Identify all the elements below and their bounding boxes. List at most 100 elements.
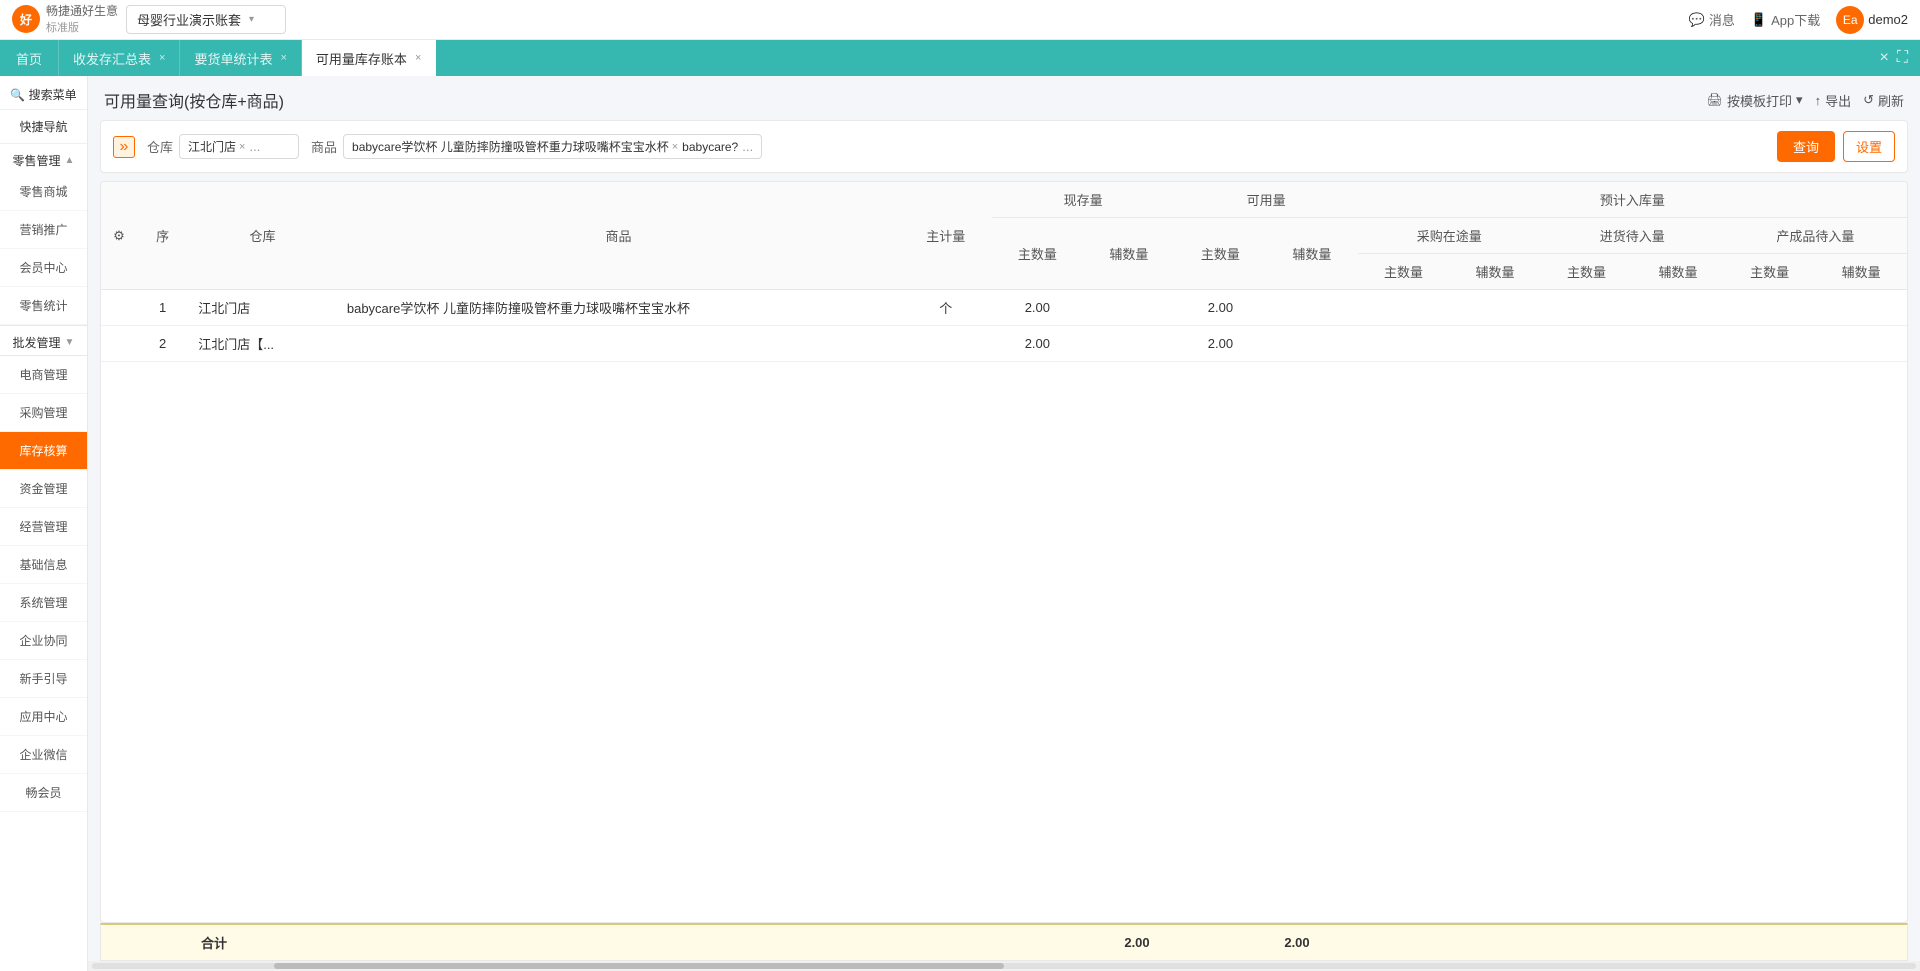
user-name: demo2 bbox=[1868, 12, 1908, 27]
top-bar-right: 💬 消息 📱 App下载 Ea demo2 bbox=[1689, 6, 1908, 34]
cell-avail-aux-0 bbox=[1266, 290, 1358, 326]
warehouse-tag-close-icon[interactable]: × bbox=[239, 141, 245, 153]
close-all-tabs-button[interactable]: × bbox=[1879, 49, 1888, 67]
store-name: 母婴行业演示账套 bbox=[137, 10, 241, 29]
sidebar-item-finance[interactable]: 资金管理 bbox=[0, 470, 87, 508]
sidebar-item-retail-mgmt[interactable]: 零售管理 ▲ bbox=[0, 144, 87, 173]
wholesale-mgmt-arrow-icon: ▼ bbox=[65, 337, 75, 348]
print-icon: 🖨 bbox=[1707, 92, 1724, 108]
sidebar-retail-mall-label: 零售商城 bbox=[19, 183, 67, 200]
sidebar-item-member[interactable]: 会员中心 bbox=[0, 249, 87, 287]
page-header: 可用量查询(按仓库+商品) 🖨 按模板打印 ▾ ↑ 导出 ↺ 刷新 bbox=[88, 76, 1920, 120]
nav-actions: × ⛶ bbox=[1867, 40, 1920, 76]
product-filter-tags[interactable]: babycare学饮杯 儿童防摔防撞吸管杯重力球吸嘴杯宝宝水杯 × babyca… bbox=[343, 134, 762, 159]
sidebar-item-guide[interactable]: 新手引导 bbox=[0, 660, 87, 698]
tab-orders-close-icon[interactable]: × bbox=[280, 52, 286, 64]
th-current-stock-group: 现存量 bbox=[992, 182, 1175, 218]
th-purchase-transit-group: 采购在途量 bbox=[1358, 218, 1541, 254]
sidebar-item-operations[interactable]: 经营管理 bbox=[0, 508, 87, 546]
message-button[interactable]: 💬 消息 bbox=[1689, 10, 1735, 29]
sidebar-item-basic-info[interactable]: 基础信息 bbox=[0, 546, 87, 584]
store-selector[interactable]: 母婴行业演示账套 ▾ bbox=[126, 5, 286, 34]
sidebar-item-inventory[interactable]: 库存核算 bbox=[0, 432, 87, 470]
sidebar-quick-nav[interactable]: 快捷导航 bbox=[0, 110, 87, 144]
expand-button[interactable]: » bbox=[113, 136, 135, 158]
product-tag-1-close-icon[interactable]: × bbox=[672, 141, 678, 153]
th-available-aux: 辅数量 bbox=[1266, 218, 1358, 290]
product-tag-2: babycare? bbox=[682, 140, 738, 154]
cell-stock-main-1: 2.00 bbox=[992, 326, 1084, 362]
warehouse-tag-label: 江北门店 bbox=[188, 138, 236, 155]
product-tag-2-label: babycare? bbox=[682, 140, 738, 154]
sidebar-item-vip[interactable]: 畅会员 bbox=[0, 774, 87, 812]
app-download-button[interactable]: 📱 App下载 bbox=[1751, 10, 1820, 29]
cell-pt-main-0 bbox=[1358, 290, 1450, 326]
sidebar-item-wholesale-mgmt[interactable]: 批发管理 ▼ bbox=[0, 326, 87, 355]
cell-settings-1[interactable] bbox=[101, 326, 137, 362]
print-template-button[interactable]: 🖨 按模板打印 ▾ bbox=[1707, 91, 1803, 110]
query-button[interactable]: 查询 bbox=[1777, 131, 1835, 162]
warehouse-tag-jiangbei: 江北门店 × bbox=[188, 138, 245, 155]
th-available-group: 可用量 bbox=[1175, 182, 1358, 218]
cell-ip-main-0 bbox=[1541, 290, 1633, 326]
th-production-pending-group: 产成品待入量 bbox=[1724, 218, 1907, 254]
refresh-button[interactable]: ↺ 刷新 bbox=[1863, 91, 1904, 110]
cell-product-0: babycare学饮杯 儿童防摔防撞吸管杯重力球吸嘴杯宝宝水杯 bbox=[337, 290, 900, 326]
export-button[interactable]: ↑ 导出 bbox=[1815, 91, 1852, 110]
warehouse-filter-tags[interactable]: 江北门店 × ... bbox=[179, 134, 299, 159]
cell-stock-aux-1 bbox=[1083, 326, 1175, 362]
horizontal-scrollbar[interactable] bbox=[88, 961, 1920, 971]
sidebar-item-retail-stats[interactable]: 零售统计 bbox=[0, 287, 87, 325]
tab-receipts-label: 收发存汇总表 bbox=[73, 49, 151, 68]
sidebar-item-ecommerce[interactable]: 电商管理 bbox=[0, 356, 87, 394]
cell-avail-aux-1 bbox=[1266, 326, 1358, 362]
sidebar-item-marketing[interactable]: 营销推广 bbox=[0, 211, 87, 249]
sidebar-item-wechat-work[interactable]: 企业微信 bbox=[0, 736, 87, 774]
scrollbar-thumb[interactable] bbox=[274, 963, 1004, 969]
tab-available-close-icon[interactable]: × bbox=[415, 52, 421, 64]
sidebar-item-purchase[interactable]: 采购管理 bbox=[0, 394, 87, 432]
cell-avail-main-1: 2.00 bbox=[1175, 326, 1267, 362]
sidebar-retail-stats-label: 零售统计 bbox=[19, 297, 67, 314]
sidebar-purchase-label: 采购管理 bbox=[19, 404, 67, 421]
cell-warehouse-1: 江北门店【... bbox=[188, 326, 337, 362]
cell-pp-main-0 bbox=[1724, 290, 1816, 326]
tab-available[interactable]: 可用量库存账本 × bbox=[302, 40, 436, 76]
tab-orders[interactable]: 要货单统计表 × bbox=[180, 40, 301, 76]
search-icon: 🔍 bbox=[10, 88, 25, 102]
cell-settings-0[interactable] bbox=[101, 290, 137, 326]
settings-button[interactable]: 设置 bbox=[1843, 131, 1895, 162]
cell-pp-aux-0 bbox=[1815, 290, 1907, 326]
product-ellipsis[interactable]: ... bbox=[742, 139, 753, 154]
summary-label: 合计 bbox=[191, 933, 291, 952]
cell-product-1 bbox=[337, 326, 900, 362]
sidebar-inventory-label: 库存核算 bbox=[19, 442, 67, 459]
sidebar-item-app-center[interactable]: 应用中心 bbox=[0, 698, 87, 736]
cell-ip-aux-0 bbox=[1632, 290, 1724, 326]
tab-home[interactable]: 首页 bbox=[0, 40, 59, 76]
th-ip-main: 主数量 bbox=[1541, 254, 1633, 290]
th-settings[interactable]: ⚙ bbox=[101, 182, 137, 290]
nav-spacer bbox=[436, 40, 1867, 76]
th-planned-inbound-group: 预计入库量 bbox=[1358, 182, 1907, 218]
sidebar-search-label: 搜索菜单 bbox=[29, 88, 77, 102]
sidebar-item-sys-mgmt[interactable]: 系统管理 bbox=[0, 584, 87, 622]
fullscreen-button[interactable]: ⛶ bbox=[1897, 49, 1908, 67]
tab-available-label: 可用量库存账本 bbox=[316, 49, 407, 68]
tab-receipts[interactable]: 收发存汇总表 × bbox=[59, 40, 180, 76]
sidebar-operations-label: 经营管理 bbox=[19, 518, 67, 535]
sidebar-search[interactable]: 🔍 搜索菜单 bbox=[0, 76, 87, 110]
tab-receipts-close-icon[interactable]: × bbox=[159, 52, 165, 64]
sidebar-item-retail-mall[interactable]: 零售商城 bbox=[0, 173, 87, 211]
sidebar-item-enterprise[interactable]: 企业协同 bbox=[0, 622, 87, 660]
export-icon: ↑ bbox=[1815, 93, 1822, 108]
th-pp-aux: 辅数量 bbox=[1815, 254, 1907, 290]
sidebar-wholesale-mgmt-label: 批发管理 bbox=[13, 334, 61, 351]
print-template-label: 按模板打印 bbox=[1727, 91, 1792, 110]
th-main-unit: 主计量 bbox=[900, 182, 992, 290]
user-area[interactable]: Ea demo2 bbox=[1836, 6, 1908, 34]
warehouse-ellipsis[interactable]: ... bbox=[249, 139, 260, 154]
store-selector-arrow-icon: ▾ bbox=[249, 14, 254, 25]
product-filter-field: 商品 babycare学饮杯 儿童防摔防撞吸管杯重力球吸嘴杯宝宝水杯 × bab… bbox=[311, 134, 762, 159]
th-ip-aux: 辅数量 bbox=[1632, 254, 1724, 290]
